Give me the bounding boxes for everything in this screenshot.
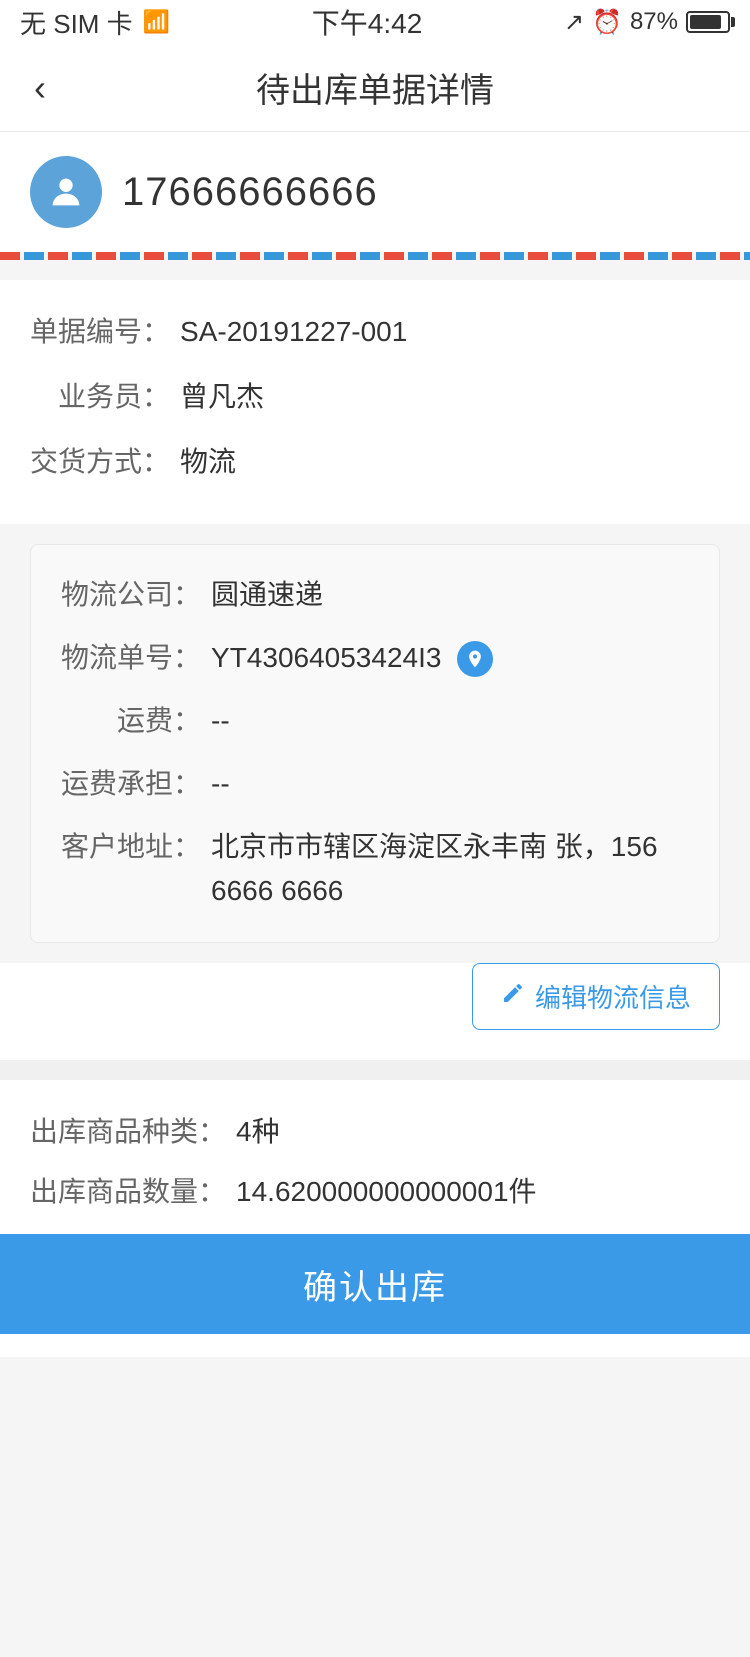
status-left: 无 SIM 卡 ‪📶 [20, 4, 170, 41]
edit-icon [501, 981, 525, 1012]
salesman-label: 业务员： [30, 375, 170, 420]
carrier-text: 无 SIM 卡 [20, 4, 133, 41]
freight-row: 运费： -- [61, 699, 689, 744]
tracking-num-row: 物流单号： YT43064053424I3 [61, 636, 689, 681]
confirm-button-label: 确认出库 [303, 1260, 447, 1309]
address-row: 客户地址： 北京市市辖区海淀区永丰南 张，156 6666 6666 [61, 825, 689, 915]
products-quantity-label: 出库商品数量： [30, 1170, 226, 1210]
tracking-num-wrap: YT43064053424I3 [201, 636, 493, 681]
logistics-company-label: 物流公司： [61, 573, 201, 618]
salesman-value: 曾凡杰 [180, 375, 720, 420]
doc-num-row: 单据编号： SA-20191227-001 [30, 310, 720, 355]
battery-icon [686, 11, 730, 33]
products-section: 出库商品种类： 4种 出库商品数量： 14.620000000000001件 [0, 1080, 750, 1250]
address-label: 客户地址： [61, 825, 201, 870]
products-types-value: 4种 [236, 1110, 280, 1150]
freight-value: -- [211, 699, 689, 744]
user-header: 17666666666 [0, 132, 750, 252]
freight-bearer-value: -- [211, 762, 689, 807]
address-value: 北京市市辖区海淀区永丰南 张，156 6666 6666 [211, 825, 689, 915]
edit-logistics-label: 编辑物流信息 [535, 978, 691, 1015]
products-types-row: 出库商品种类： 4种 [30, 1110, 720, 1150]
edit-logistics-container: 编辑物流信息 [0, 963, 750, 1060]
navigation-bar: ‹ 待出库单据详情 [0, 44, 750, 132]
back-button[interactable]: ‹ [24, 57, 56, 119]
wifi-icon: ‪📶 [143, 9, 170, 35]
salesman-row: 业务员： 曾凡杰 [30, 375, 720, 420]
products-quantity-row: 出库商品数量： 14.620000000000001件 [30, 1170, 720, 1210]
status-right: ↗ ⏰ 87% [564, 8, 730, 37]
page-title: 待出库单据详情 [256, 63, 494, 112]
location-status-icon: ↗ [564, 8, 584, 37]
products-quantity-value: 14.620000000000001件 [236, 1170, 537, 1210]
freight-bearer-row: 运费承担： -- [61, 762, 689, 807]
doc-num-label: 单据编号： [30, 310, 170, 355]
delivery-row: 交货方式： 物流 [30, 440, 720, 485]
delivery-value: 物流 [180, 440, 720, 485]
delivery-label: 交货方式： [30, 440, 170, 485]
alarm-icon: ⏰ [592, 8, 622, 37]
freight-label: 运费： [61, 699, 201, 744]
dashed-separator [0, 252, 750, 260]
bottom-spacer [0, 1357, 750, 1557]
logistics-card: 物流公司： 圆通速递 物流单号： YT43064053424I3 运费： -- … [30, 544, 720, 943]
section-divider [0, 1060, 750, 1080]
status-bar: 无 SIM 卡 ‪📶 下午4:42 ↗ ⏰ 87% [0, 0, 750, 44]
map-pin-icon[interactable] [457, 641, 493, 677]
tracking-label: 物流单号： [61, 636, 201, 681]
user-phone: 17666666666 [122, 170, 378, 215]
logistics-company-row: 物流公司： 圆通速递 [61, 573, 689, 618]
doc-num-value: SA-20191227-001 [180, 310, 720, 355]
document-info-section: 单据编号： SA-20191227-001 业务员： 曾凡杰 交货方式： 物流 [0, 280, 750, 524]
edit-logistics-button[interactable]: 编辑物流信息 [472, 963, 720, 1030]
tracking-value: YT43064053424I3 [211, 636, 441, 681]
freight-bearer-label: 运费承担： [61, 762, 201, 807]
avatar [30, 156, 102, 228]
battery-percentage: 87% [630, 8, 678, 36]
products-types-label: 出库商品种类： [30, 1110, 226, 1150]
status-time: 下午4:42 [312, 2, 423, 42]
confirm-bar[interactable]: 确认出库 [0, 1234, 750, 1334]
logistics-company-value: 圆通速递 [211, 573, 689, 618]
